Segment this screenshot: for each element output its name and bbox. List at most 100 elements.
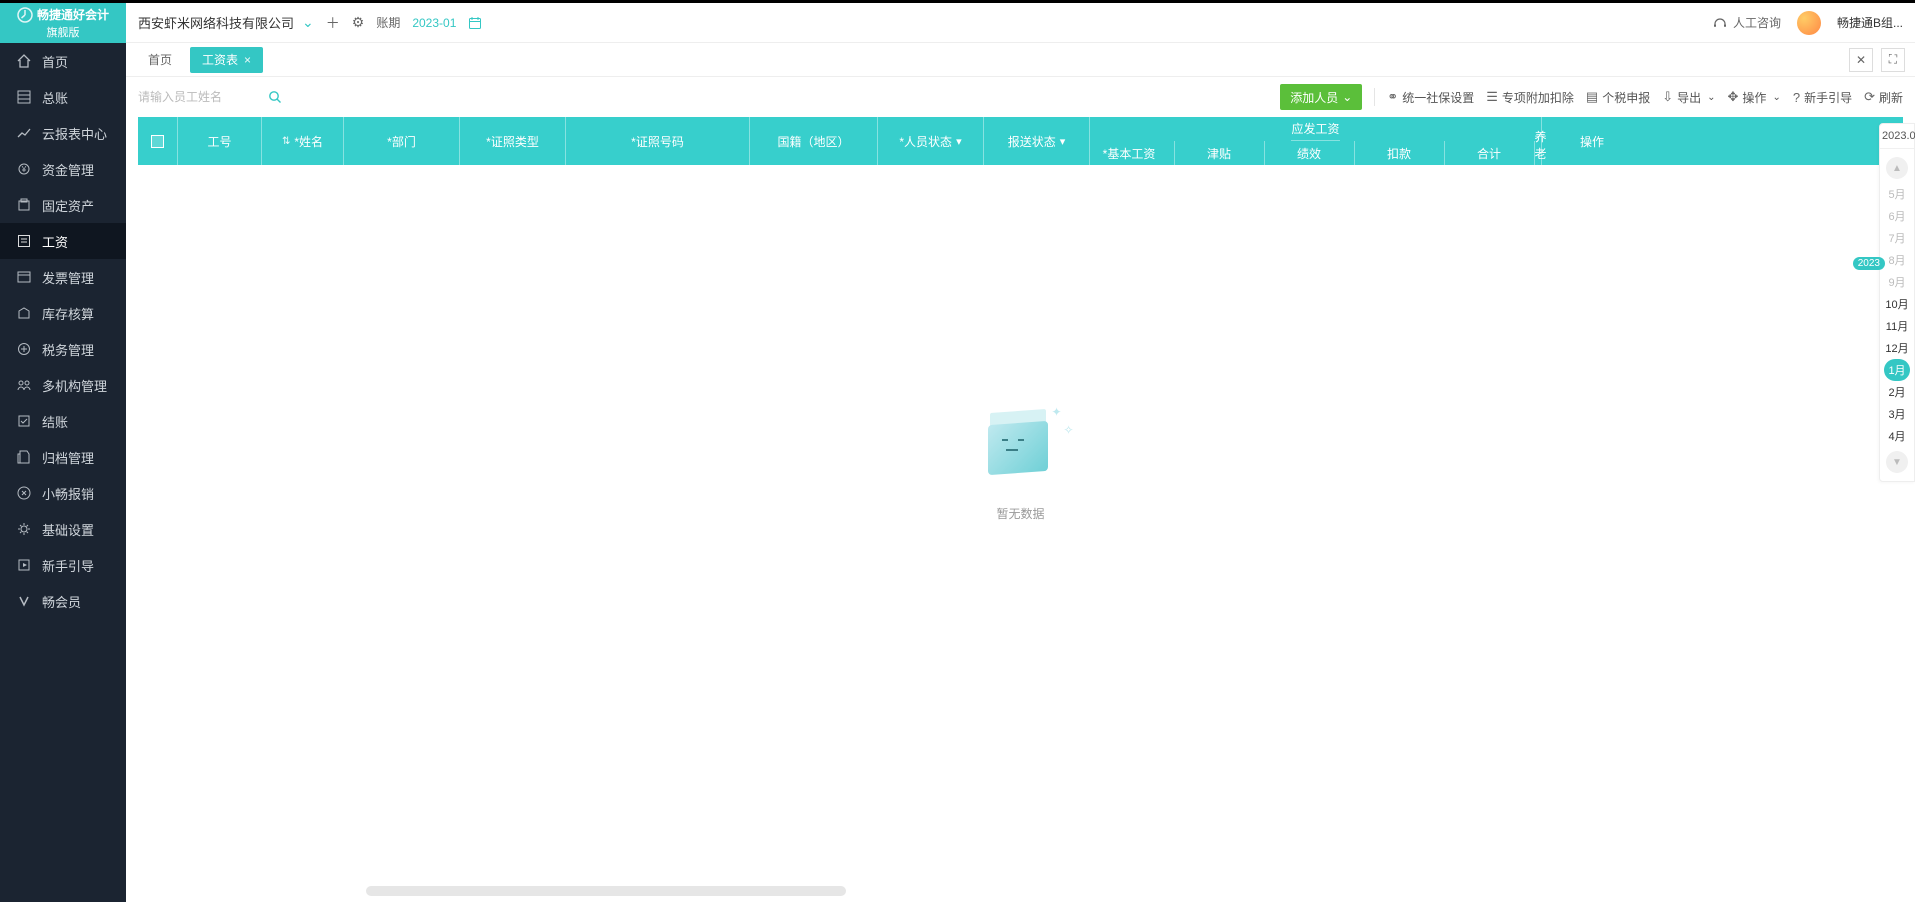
col-label: 绩效 (1297, 145, 1321, 162)
col-label: 报送状态 (1008, 133, 1056, 150)
chevron-down-icon: ⌄ (1342, 90, 1352, 104)
checkbox[interactable] (151, 135, 164, 148)
export-icon: ⇩ (1662, 89, 1673, 105)
sidebar-item-label: 税务管理 (42, 340, 94, 359)
filter-icon[interactable]: ▾ (956, 135, 962, 148)
col-operate: 操作 (1542, 117, 1642, 165)
company-selector[interactable]: 西安虾米网络科技有限公司 ⌄ (138, 13, 314, 32)
filter-icon[interactable]: ▾ (1060, 135, 1066, 148)
tax-declare-button[interactable]: ▤个税申报 (1586, 89, 1650, 106)
col-label: *证照号码 (631, 133, 684, 150)
col-name[interactable]: ⇅*姓名 (262, 117, 344, 165)
empty-text: 暂无数据 (996, 505, 1044, 522)
add-person-button[interactable]: 添加人员 ⌄ (1280, 84, 1362, 110)
col-pay-allow[interactable]: 津贴 (1175, 141, 1265, 165)
sidebar-item-6[interactable]: 发票管理 (0, 259, 126, 295)
tab-1[interactable]: 工资表× (190, 47, 263, 73)
sort-icon: ⇅ (282, 136, 290, 147)
col-pay-perf[interactable]: 绩效 (1265, 141, 1355, 165)
people-icon: ⚭ (1387, 89, 1398, 105)
period-prev-button[interactable]: ▲ (1886, 157, 1908, 179)
invoice-icon (16, 269, 32, 285)
col-nationality[interactable]: 国籍（地区） (750, 117, 878, 165)
close-icon[interactable]: × (244, 53, 251, 67)
sidebar-item-2[interactable]: 云报表中心 (0, 115, 126, 151)
col-pay-total[interactable]: 合计 (1445, 141, 1535, 165)
horizontal-scrollbar[interactable] (366, 886, 846, 896)
operate-button[interactable]: ✥操作⌄ (1728, 89, 1781, 106)
col-label: 津贴 (1207, 145, 1231, 162)
add-company-button[interactable]: ＋ (326, 13, 340, 33)
period-month-7[interactable]: 12月 (1884, 337, 1910, 359)
period-panel: 2023.01 ▲ 5月6月7月8月9月10月11月12月1月2月3月4月 ▼ (1879, 123, 1915, 482)
col-label: 工号 (207, 133, 231, 150)
sidebar-item-15[interactable]: 畅会员 (0, 583, 126, 619)
sidebar-item-11[interactable]: 归档管理 (0, 439, 126, 475)
export-button[interactable]: ⇩导出⌄ (1662, 89, 1715, 106)
gear-icon (16, 521, 32, 537)
period-month-9[interactable]: 2月 (1884, 381, 1910, 403)
col-label: 扣款 (1387, 145, 1411, 162)
headset-icon (1713, 16, 1727, 30)
search-input[interactable] (138, 90, 268, 104)
period-month-3: 8月 (1884, 249, 1910, 271)
period-month-6[interactable]: 11月 (1884, 315, 1910, 337)
col-status[interactable]: *人员状态▾ (878, 117, 984, 165)
period-value[interactable]: 2023-01 (412, 16, 456, 30)
col-send-status[interactable]: 报送状态 ▾ (984, 117, 1090, 165)
sidebar-item-4[interactable]: 固定资产 (0, 187, 126, 223)
sidebar-item-label: 云报表中心 (42, 124, 107, 143)
avatar[interactable] (1797, 11, 1821, 35)
sidebar-item-13[interactable]: 基础设置 (0, 511, 126, 547)
col-dept[interactable]: *部门 (344, 117, 460, 165)
sidebar-item-5[interactable]: 工资 (0, 223, 126, 259)
sidebar-item-12[interactable]: 小畅报销 (0, 475, 126, 511)
col-checkbox[interactable] (138, 117, 178, 165)
main: 西安虾米网络科技有限公司 ⌄ ＋ ⚙ 账期 2023-01 人工咨询 畅捷通B组… (126, 3, 1915, 902)
sidebar-item-7[interactable]: 库存核算 (0, 295, 126, 331)
sidebar-item-label: 畅会员 (42, 592, 81, 611)
calendar-icon[interactable] (468, 16, 482, 30)
sidebar-item-label: 固定资产 (42, 196, 94, 215)
year-badge: 2023 (1853, 257, 1885, 270)
sidebar-item-10[interactable]: 结账 (0, 403, 126, 439)
chevron-down-icon: ⌄ (1707, 92, 1715, 103)
settings-icon[interactable]: ⚙ (352, 14, 365, 31)
sidebar-item-9[interactable]: 多机构管理 (0, 367, 126, 403)
social-insurance-button[interactable]: ⚭统一社保设置 (1387, 89, 1474, 106)
refresh-button[interactable]: ⟳刷新 (1864, 89, 1903, 106)
col-idno[interactable]: *证照号码 (566, 117, 750, 165)
col-idtype[interactable]: *证照类型 (460, 117, 566, 165)
table: 工号 ⇅*姓名 *部门 *证照类型 *证照号码 国籍（地区） *人员状态▾ 报送… (138, 117, 1903, 522)
username[interactable]: 畅捷通B组... (1837, 14, 1903, 31)
guide-button[interactable]: ?新手引导 (1793, 89, 1852, 106)
col-id[interactable]: 工号 (178, 117, 262, 165)
vip-icon (16, 593, 32, 609)
special-deduction-button[interactable]: ☰专项附加扣除 (1486, 89, 1574, 106)
sidebar-item-8[interactable]: 税务管理 (0, 331, 126, 367)
sidebar-item-1[interactable]: 总账 (0, 79, 126, 115)
col-pay-deduct[interactable]: 扣款 (1355, 141, 1445, 165)
empty-illustration: ✦✧ (976, 405, 1066, 485)
period-next-button[interactable]: ▼ (1886, 451, 1908, 473)
col-label: *部门 (387, 133, 416, 150)
sidebar-item-14[interactable]: 新手引导 (0, 547, 126, 583)
col-label: 国籍（地区） (777, 133, 849, 150)
search-icon[interactable] (268, 90, 282, 104)
sidebar-item-0[interactable]: 首页 (0, 43, 126, 79)
logo: 畅捷通好会计 旗舰版 (0, 3, 126, 43)
period-month-8[interactable]: 1月 (1884, 359, 1910, 381)
period-month-11[interactable]: 4月 (1884, 425, 1910, 447)
period-month-10[interactable]: 3月 (1884, 403, 1910, 425)
tab-close-button[interactable]: ✕ (1849, 48, 1873, 72)
fullscreen-button[interactable]: ⛶ (1881, 48, 1905, 72)
support-link[interactable]: 人工咨询 (1713, 14, 1781, 31)
home-icon (16, 53, 32, 69)
form-icon: ▤ (1586, 89, 1598, 105)
svg-text:¥: ¥ (21, 165, 27, 174)
tab-label: 首页 (148, 51, 172, 68)
period-month-5[interactable]: 10月 (1884, 293, 1910, 315)
sidebar-item-3[interactable]: ¥资金管理 (0, 151, 126, 187)
tab-0[interactable]: 首页 (136, 47, 184, 73)
col-pay-base[interactable]: *基本工资 (1085, 141, 1175, 165)
